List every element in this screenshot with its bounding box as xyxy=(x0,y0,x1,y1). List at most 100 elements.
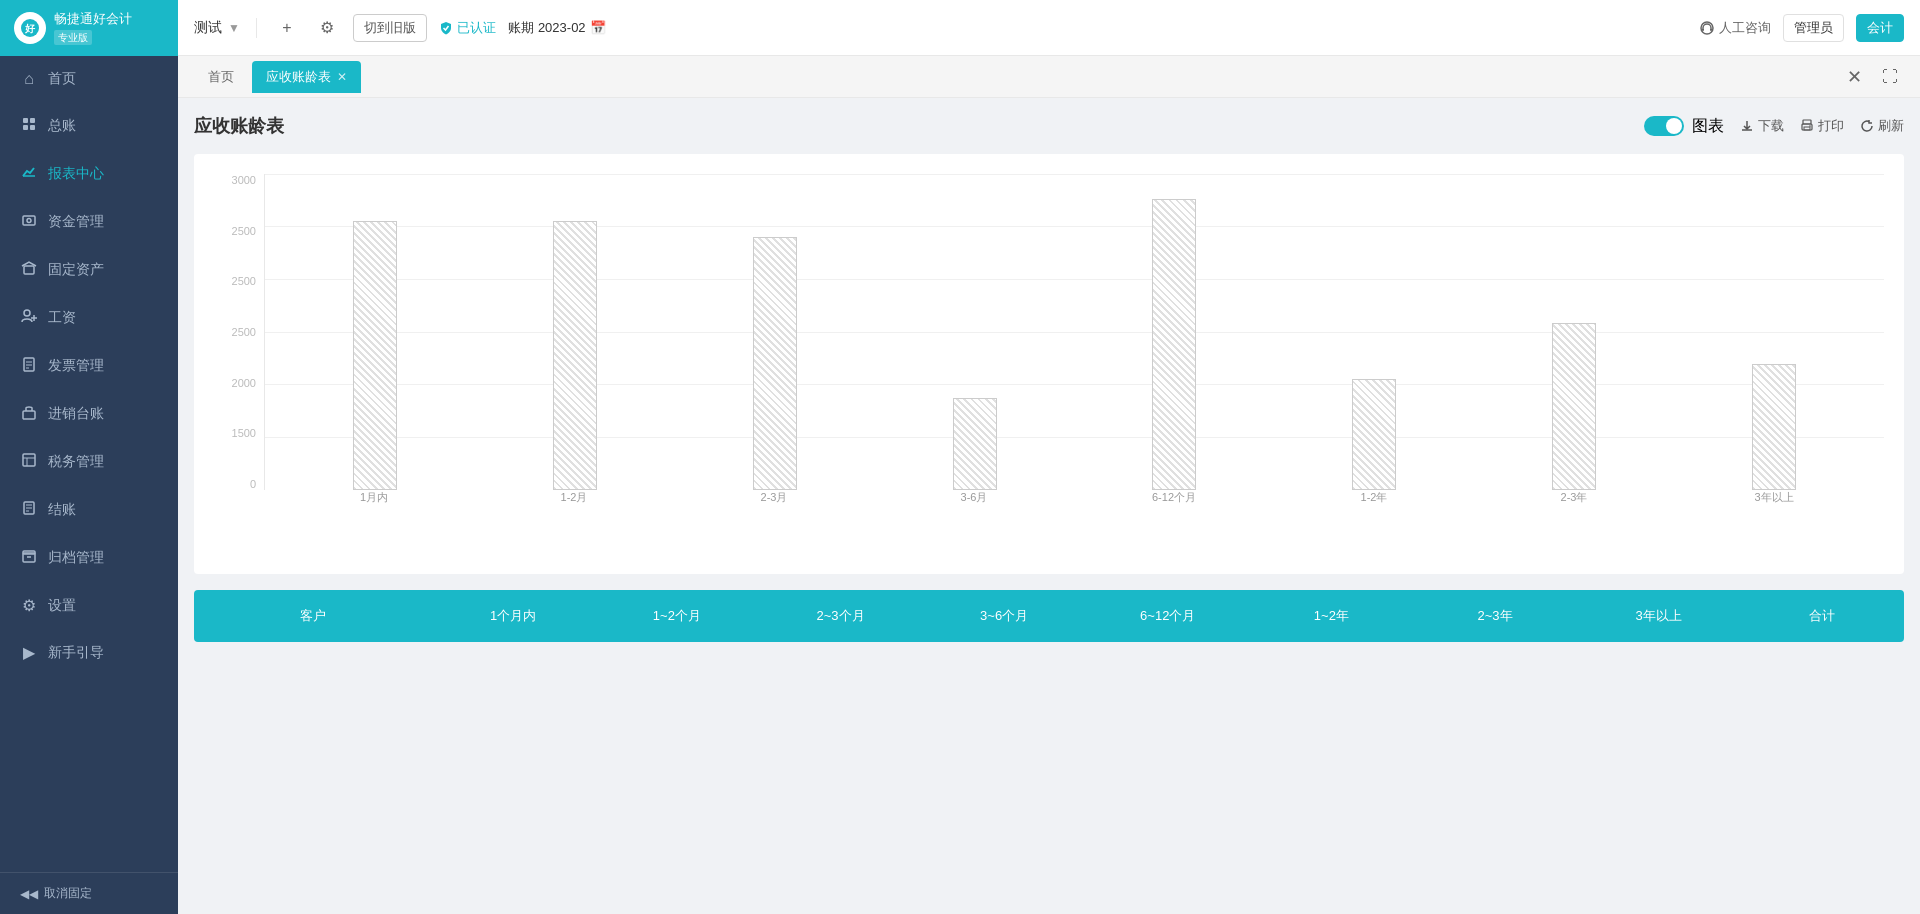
sidebar-item-ledger[interactable]: 总账 xyxy=(0,102,178,150)
svg-point-8 xyxy=(27,219,31,223)
sidebar-item-label: 设置 xyxy=(48,597,76,615)
inventory-icon xyxy=(20,404,38,424)
calendar-icon: 📅 xyxy=(590,20,606,35)
download-button[interactable]: 下载 xyxy=(1740,117,1784,135)
svg-rect-33 xyxy=(1804,127,1810,130)
manager-button[interactable]: 管理员 xyxy=(1783,14,1844,42)
chart-toggle-container: 图表 xyxy=(1644,116,1724,137)
settings-button[interactable]: ⚙ xyxy=(313,14,341,42)
bar-2 xyxy=(753,237,797,490)
chart-toggle[interactable] xyxy=(1644,116,1684,136)
bars-container xyxy=(265,174,1884,490)
bar-group-3 xyxy=(875,174,1075,490)
y-label-0: 0 xyxy=(214,478,264,490)
y-label-3: 2500 xyxy=(214,326,264,338)
svg-rect-4 xyxy=(23,125,28,130)
print-button[interactable]: 打印 xyxy=(1800,117,1844,135)
tab-aging[interactable]: 应收账龄表 ✕ xyxy=(252,61,361,93)
sidebar-item-label: 进销台账 xyxy=(48,405,104,423)
svg-rect-3 xyxy=(30,118,35,123)
bar-3 xyxy=(953,398,997,490)
cancel-fixed-btn[interactable]: ◀◀ 取消固定 xyxy=(0,872,178,914)
sidebar-item-label: 固定资产 xyxy=(48,261,104,279)
sidebar-item-salary[interactable]: 工资 xyxy=(0,294,178,342)
ledger-icon xyxy=(20,116,38,136)
tab-home[interactable]: 首页 xyxy=(194,61,248,93)
svg-text:好: 好 xyxy=(24,23,36,34)
project-selector[interactable]: 测试 ▼ xyxy=(194,19,240,37)
report-actions: 图表 下载 打印 xyxy=(1644,116,1904,137)
x-label-6: 2-3年 xyxy=(1474,490,1674,514)
sidebar-item-assets[interactable]: 固定资产 xyxy=(0,246,178,294)
tabbar: 首页 应收账龄表 ✕ ✕ ⛶ xyxy=(178,56,1920,98)
y-label-4: 2500 xyxy=(214,275,264,287)
sidebar-item-label: 总账 xyxy=(48,117,76,135)
bar-group-7 xyxy=(1674,174,1874,490)
close-panel-button[interactable]: ✕ xyxy=(1840,63,1868,91)
bar-group-4 xyxy=(1075,174,1275,490)
consult-button[interactable]: 人工咨询 xyxy=(1699,19,1771,37)
sidebar-item-home[interactable]: ⌂ 首页 xyxy=(0,56,178,102)
sidebar-item-label: 发票管理 xyxy=(48,357,104,375)
bar-5 xyxy=(1352,379,1396,490)
sidebar-item-invoice[interactable]: 发票管理 xyxy=(0,342,178,390)
shield-icon xyxy=(439,21,453,35)
y-label-6: 3000 xyxy=(214,174,264,186)
sidebar-item-reports[interactable]: 报表中心 xyxy=(0,150,178,198)
expand-button[interactable]: ⛶ xyxy=(1876,63,1904,91)
x-label-5: 1-2年 xyxy=(1274,490,1474,514)
tab-label: 应收账龄表 xyxy=(266,68,331,86)
tabbar-actions: ✕ ⛶ xyxy=(1840,63,1904,91)
sidebar-item-label: 报表中心 xyxy=(48,165,104,183)
sidebar-item-closing[interactable]: 结账 xyxy=(0,486,178,534)
logo-text: 畅捷通好会计 专业版 xyxy=(54,11,132,46)
logo-icon: 好 xyxy=(14,12,46,44)
x-label-7: 3年以上 xyxy=(1674,490,1874,514)
sidebar-item-label: 工资 xyxy=(48,309,76,327)
table-header-2-3y: 2~3年 xyxy=(1413,607,1577,625)
refresh-button[interactable]: 刷新 xyxy=(1860,117,1904,135)
sidebar-item-label: 首页 xyxy=(48,70,76,88)
sidebar-item-archive[interactable]: 归档管理 xyxy=(0,534,178,582)
sidebar-item-funds[interactable]: 资金管理 xyxy=(0,198,178,246)
bar-0 xyxy=(353,221,397,490)
page-content: 应收账龄表 图表 下载 xyxy=(178,98,1920,914)
chart-area: 3000 2500 2500 2500 2000 1500 0 xyxy=(214,174,1884,514)
bar-6 xyxy=(1552,323,1596,490)
reports-icon xyxy=(20,164,38,184)
bar-group-5 xyxy=(1274,174,1474,490)
headphone-icon xyxy=(1699,20,1715,36)
x-label-1: 1-2月 xyxy=(474,490,674,514)
topbar: 测试 ▼ + ⚙ 切到旧版 已认证 账期 2023-02 📅 xyxy=(178,0,1920,56)
old-version-button[interactable]: 切到旧版 xyxy=(353,14,427,42)
tab-close-icon[interactable]: ✕ xyxy=(337,71,347,83)
gear-icon: ⚙ xyxy=(320,18,334,37)
sidebar-item-settings[interactable]: ⚙ 设置 xyxy=(0,582,178,629)
settings-icon: ⚙ xyxy=(20,596,38,615)
y-label-1: 1500 xyxy=(214,427,264,439)
sidebar-item-guide[interactable]: ▶ 新手引导 xyxy=(0,629,178,676)
accountant-button[interactable]: 会计 xyxy=(1856,14,1904,42)
page-title: 应收账龄表 xyxy=(194,114,284,138)
refresh-icon xyxy=(1860,119,1874,133)
bar-4 xyxy=(1152,199,1196,490)
table-header-total: 合计 xyxy=(1740,607,1904,625)
svg-point-10 xyxy=(24,310,30,316)
sidebar-item-tax[interactable]: 税务管理 xyxy=(0,438,178,486)
sidebar-item-inventory[interactable]: 进销台账 xyxy=(0,390,178,438)
table-header-3-6m: 3~6个月 xyxy=(922,607,1086,625)
x-label-0: 1月内 xyxy=(274,490,474,514)
certified-badge: 已认证 xyxy=(439,19,496,37)
home-icon: ⌂ xyxy=(20,70,38,88)
chevron-down-icon: ▼ xyxy=(228,21,240,35)
x-label-4: 6-12个月 xyxy=(1074,490,1274,514)
y-label-2: 2000 xyxy=(214,377,264,389)
add-button[interactable]: + xyxy=(273,14,301,42)
download-icon xyxy=(1740,119,1754,133)
bar-group-0 xyxy=(275,174,475,490)
bar-1 xyxy=(553,221,597,490)
period-selector[interactable]: 账期 2023-02 📅 xyxy=(508,19,606,37)
chart-plot: 1月内 1-2月 2-3月 3-6月 6-12个月 1-2年 2-3年 3年以上 xyxy=(264,174,1884,514)
sidebar-item-label: 结账 xyxy=(48,501,76,519)
print-icon xyxy=(1800,119,1814,133)
